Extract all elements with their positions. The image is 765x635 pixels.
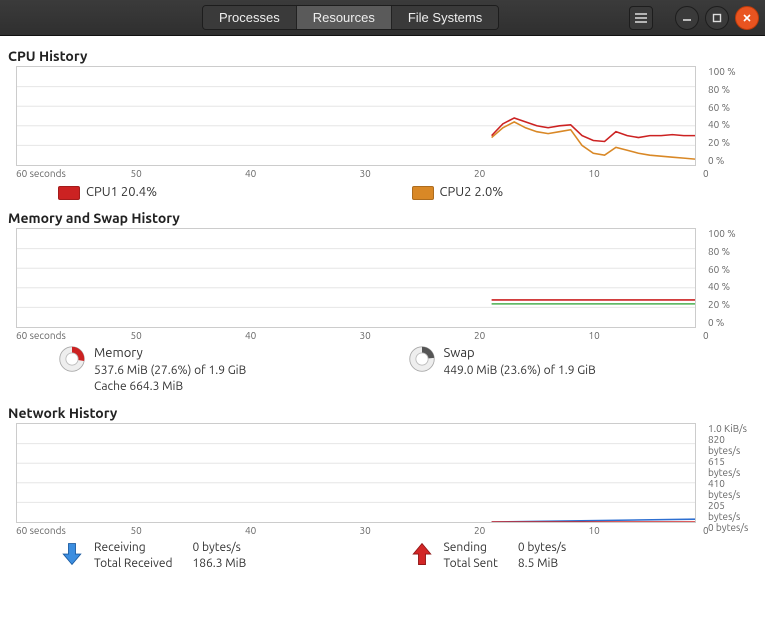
headerbar: Processes Resources File Systems <box>0 0 765 36</box>
swap-usage-text: 449.0 MiB (23.6%) of 1.9 GiB <box>444 363 596 379</box>
net-yaxis: 1.0 KiB/s 820 bytes/s 615 bytes/s 410 by… <box>704 423 757 523</box>
sending-stat[interactable]: Sending Total Sent 0 bytes/s 8.5 MiB <box>408 540 758 572</box>
receiving-rate: 0 bytes/s <box>192 540 246 556</box>
network-stats: Receiving Total Received 0 bytes/s 186.3… <box>58 540 757 572</box>
cpu-history-chart <box>16 66 696 166</box>
maximize-icon <box>712 13 722 23</box>
memory-history-title: Memory and Swap History <box>8 210 757 226</box>
cpu1-swatch <box>58 186 80 200</box>
tab-filesystems[interactable]: File Systems <box>392 6 498 29</box>
total-received-value: 186.3 MiB <box>192 556 246 572</box>
total-sent-label: Total Sent <box>444 556 498 572</box>
cpu2-swatch <box>412 186 434 200</box>
legend-cpu1[interactable]: CPU1 20.4% <box>58 185 404 200</box>
tab-processes[interactable]: Processes <box>203 6 297 29</box>
cpu-history-title: CPU History <box>8 48 757 64</box>
memory-usage-text: 537.6 MiB (27.6%) of 1.9 GiB <box>94 363 246 379</box>
receiving-label: Receiving <box>94 540 172 556</box>
tab-resources[interactable]: Resources <box>297 6 392 29</box>
window-minimize-button[interactable] <box>675 6 699 30</box>
window-close-button[interactable] <box>735 6 759 30</box>
receiving-stat[interactable]: Receiving Total Received 0 bytes/s 186.3… <box>58 540 408 572</box>
mem-xaxis: 60 seconds 50 40 30 20 10 0 <box>16 330 704 341</box>
cpu-xaxis: 60 seconds 50 40 30 20 10 0 <box>16 168 704 179</box>
view-switcher: Processes Resources File Systems <box>202 5 499 30</box>
network-history-chart <box>16 423 696 523</box>
cpu-yaxis: 100 % 80 % 60 % 40 % 20 % 0 % <box>704 66 757 166</box>
app-menu-button[interactable] <box>629 6 653 30</box>
memory-pie-icon <box>58 345 86 373</box>
memory-cache-text: Cache 664.3 MiB <box>94 379 246 395</box>
hamburger-icon <box>635 13 647 23</box>
minimize-icon <box>682 13 692 23</box>
legend-cpu2[interactable]: CPU2 2.0% <box>412 185 758 200</box>
net-xaxis: 60 seconds 50 40 30 20 10 0 <box>16 525 704 536</box>
memory-history-chart <box>16 228 696 328</box>
close-icon <box>742 13 752 23</box>
total-sent-value: 8.5 MiB <box>518 556 566 572</box>
cpu-legend: CPU1 20.4% CPU2 2.0% <box>58 185 757 200</box>
sending-rate: 0 bytes/s <box>518 540 566 556</box>
total-received-label: Total Received <box>94 556 172 572</box>
memory-stats: Memory 537.6 MiB (27.6%) of 1.9 GiB Cach… <box>58 345 757 395</box>
cpu2-legend-label: CPU2 2.0% <box>440 185 504 199</box>
swap-stat[interactable]: Swap 449.0 MiB (23.6%) of 1.9 GiB <box>408 345 758 395</box>
swap-pie-icon <box>408 345 436 373</box>
memory-label: Memory <box>94 345 246 363</box>
window-maximize-button[interactable] <box>705 6 729 30</box>
memory-stat[interactable]: Memory 537.6 MiB (27.6%) of 1.9 GiB Cach… <box>58 345 408 395</box>
swap-label: Swap <box>444 345 596 363</box>
sending-label: Sending <box>444 540 498 556</box>
cpu1-legend-label: CPU1 20.4% <box>86 185 157 199</box>
network-history-title: Network History <box>8 405 757 421</box>
mem-yaxis: 100 % 80 % 60 % 40 % 20 % 0 % <box>704 228 757 328</box>
download-arrow-icon <box>58 540 86 568</box>
upload-arrow-icon <box>408 540 436 568</box>
main-content: CPU History 60 seconds 50 40 30 20 10 0 <box>0 36 765 586</box>
